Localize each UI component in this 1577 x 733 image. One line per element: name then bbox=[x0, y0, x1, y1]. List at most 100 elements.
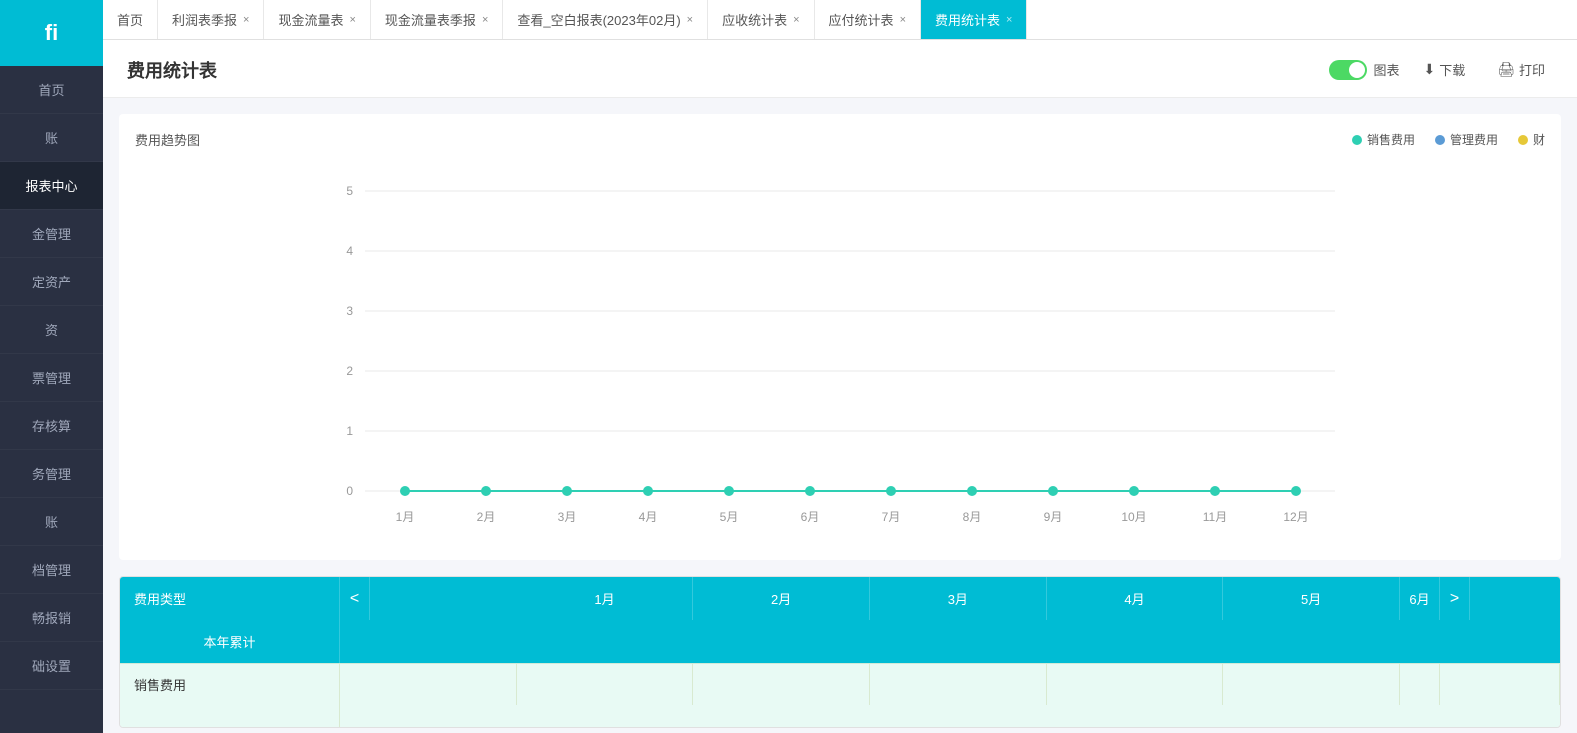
sidebar-item-invoice[interactable]: 票管理 bbox=[0, 354, 103, 402]
legend-dot-finance bbox=[1518, 135, 1528, 145]
tab-receivable[interactable]: 应收统计表 × bbox=[708, 0, 814, 39]
svg-text:3月: 3月 bbox=[558, 510, 577, 524]
col-header-m3: 3月 bbox=[870, 577, 1047, 620]
sidebar-item-inventory[interactable]: 存核算 bbox=[0, 402, 103, 450]
download-icon: ⬇ bbox=[1423, 61, 1435, 78]
tab-blank-report[interactable]: 查看_空白报表(2023年02月) × bbox=[503, 0, 708, 39]
col-header-m2: 2月 bbox=[693, 577, 870, 620]
tab-close-receivable[interactable]: × bbox=[793, 14, 799, 26]
tab-cashflow-quarter[interactable]: 现金流量表季报 × bbox=[371, 0, 503, 39]
cell-total bbox=[120, 705, 340, 727]
page-header: 费用统计表 图表 ⬇ 下载 🖨 打印 bbox=[103, 40, 1577, 98]
legend-dot-sales bbox=[1352, 135, 1362, 145]
legend-admin: 管理费用 bbox=[1435, 131, 1498, 148]
cell-nav-next bbox=[1440, 664, 1560, 705]
app-logo: fi bbox=[0, 0, 103, 66]
col-header-m6: 6月 bbox=[1400, 577, 1440, 620]
chart-title: 费用趋势图 bbox=[135, 130, 200, 149]
chart-dot bbox=[724, 486, 734, 496]
legend-finance: 财 bbox=[1518, 131, 1545, 148]
sidebar-item-cash[interactable]: 金管理 bbox=[0, 210, 103, 258]
sidebar-item-expense[interactable]: 畅报销 bbox=[0, 594, 103, 642]
tab-close-cashflow[interactable]: × bbox=[349, 14, 355, 26]
tab-close-expense-stats[interactable]: × bbox=[1006, 14, 1012, 26]
svg-text:7月: 7月 bbox=[882, 510, 901, 524]
chart-container: 5 4 3 2 1 0 bbox=[135, 161, 1545, 544]
sidebar-item-loan[interactable]: 资 bbox=[0, 306, 103, 354]
chart-dot bbox=[805, 486, 815, 496]
sidebar-item-report[interactable]: 报表中心 bbox=[0, 162, 103, 210]
tab-close-payable[interactable]: × bbox=[900, 14, 906, 26]
tab-close-blank-report[interactable]: × bbox=[687, 14, 693, 26]
sidebar-item-archive[interactable]: 档管理 bbox=[0, 546, 103, 594]
cell-m2 bbox=[693, 664, 870, 705]
svg-text:0: 0 bbox=[346, 484, 353, 498]
svg-text:4月: 4月 bbox=[639, 510, 658, 524]
tab-expense-stats[interactable]: 费用统计表 × bbox=[921, 0, 1027, 39]
cell-m1 bbox=[517, 664, 694, 705]
legend-sales: 销售费用 bbox=[1352, 131, 1415, 148]
page-title: 费用统计表 bbox=[127, 57, 217, 83]
content-area: 费用统计表 图表 ⬇ 下载 🖨 打印 费用趋势图 bbox=[103, 40, 1577, 733]
table-header-row: 费用类型 < 1月 2月 3月 4月 5月 6月 > 本年累计 bbox=[120, 577, 1560, 663]
cell-type: 销售费用 bbox=[120, 664, 340, 705]
col-nav-next[interactable]: > bbox=[1440, 577, 1470, 620]
main-area: 首页 利润表季报 × 现金流量表 × 现金流量表季报 × 查看_空白报表(202… bbox=[103, 0, 1577, 733]
chart-dot bbox=[562, 486, 572, 496]
chart-dot bbox=[481, 486, 491, 496]
tab-home[interactable]: 首页 bbox=[103, 0, 158, 39]
sidebar-item-fixed[interactable]: 定资产 bbox=[0, 258, 103, 306]
chart-dot bbox=[1291, 486, 1301, 496]
chart-dot bbox=[1129, 486, 1139, 496]
col-header-type: 费用类型 bbox=[120, 577, 340, 620]
chart-toggle-wrapper: 图表 bbox=[1329, 60, 1399, 80]
expense-table: 费用类型 < 1月 2月 3月 4月 5月 6月 > 本年累计 销售费用 bbox=[119, 576, 1561, 728]
svg-text:8月: 8月 bbox=[963, 510, 982, 524]
chart-dot bbox=[643, 486, 653, 496]
download-button[interactable]: ⬇ 下载 bbox=[1415, 56, 1473, 83]
chart-dot bbox=[400, 486, 410, 496]
table-row: 销售费用 bbox=[120, 663, 1560, 727]
cell-m5 bbox=[1223, 664, 1400, 705]
chart-toggle-label: 图表 bbox=[1373, 60, 1399, 79]
col-header-m1: 1月 bbox=[517, 577, 694, 620]
print-button[interactable]: 🖨 打印 bbox=[1489, 56, 1553, 83]
tab-bar: 首页 利润表季报 × 现金流量表 × 现金流量表季报 × 查看_空白报表(202… bbox=[103, 0, 1577, 40]
header-actions: 图表 ⬇ 下载 🖨 打印 bbox=[1329, 56, 1553, 83]
sidebar-item-settings[interactable]: 础设置 bbox=[0, 642, 103, 690]
svg-text:4: 4 bbox=[346, 244, 353, 258]
col-header-total: 本年累计 bbox=[120, 620, 340, 663]
tab-payable[interactable]: 应付统计表 × bbox=[815, 0, 921, 39]
svg-text:1月: 1月 bbox=[396, 510, 415, 524]
tab-profit[interactable]: 利润表季报 × bbox=[158, 0, 264, 39]
line-chart: 5 4 3 2 1 0 bbox=[135, 161, 1545, 541]
cell-m4 bbox=[1047, 664, 1224, 705]
col-header-m4: 4月 bbox=[1047, 577, 1224, 620]
cell-m3 bbox=[870, 664, 1047, 705]
svg-text:9月: 9月 bbox=[1044, 510, 1063, 524]
chart-dot bbox=[1210, 486, 1220, 496]
chart-dot bbox=[1048, 486, 1058, 496]
legend-dot-admin bbox=[1435, 135, 1445, 145]
cell-nav-prev bbox=[340, 664, 517, 705]
chart-dot bbox=[886, 486, 896, 496]
sidebar-item-service[interactable]: 务管理 bbox=[0, 450, 103, 498]
cell-m6 bbox=[1400, 664, 1440, 705]
sidebar-item-account[interactable]: 账 bbox=[0, 114, 103, 162]
sidebar-item-home[interactable]: 首页 bbox=[0, 66, 103, 114]
col-nav-prev[interactable]: < bbox=[340, 577, 370, 620]
chart-header: 费用趋势图 销售费用 管理费用 财 bbox=[135, 130, 1545, 149]
sidebar-item-ledger[interactable]: 账 bbox=[0, 498, 103, 546]
chart-dot bbox=[967, 486, 977, 496]
svg-text:6月: 6月 bbox=[801, 510, 820, 524]
svg-text:2: 2 bbox=[346, 364, 353, 378]
svg-text:5: 5 bbox=[346, 184, 353, 198]
col-header-m5: 5月 bbox=[1223, 577, 1400, 620]
tab-cashflow[interactable]: 现金流量表 × bbox=[264, 0, 370, 39]
svg-text:12月: 12月 bbox=[1283, 510, 1308, 524]
tab-close-cashflow-quarter[interactable]: × bbox=[482, 14, 488, 26]
svg-text:11月: 11月 bbox=[1203, 510, 1227, 524]
tab-close-profit[interactable]: × bbox=[243, 14, 249, 26]
chart-toggle[interactable] bbox=[1329, 60, 1367, 80]
svg-text:5月: 5月 bbox=[720, 510, 739, 524]
